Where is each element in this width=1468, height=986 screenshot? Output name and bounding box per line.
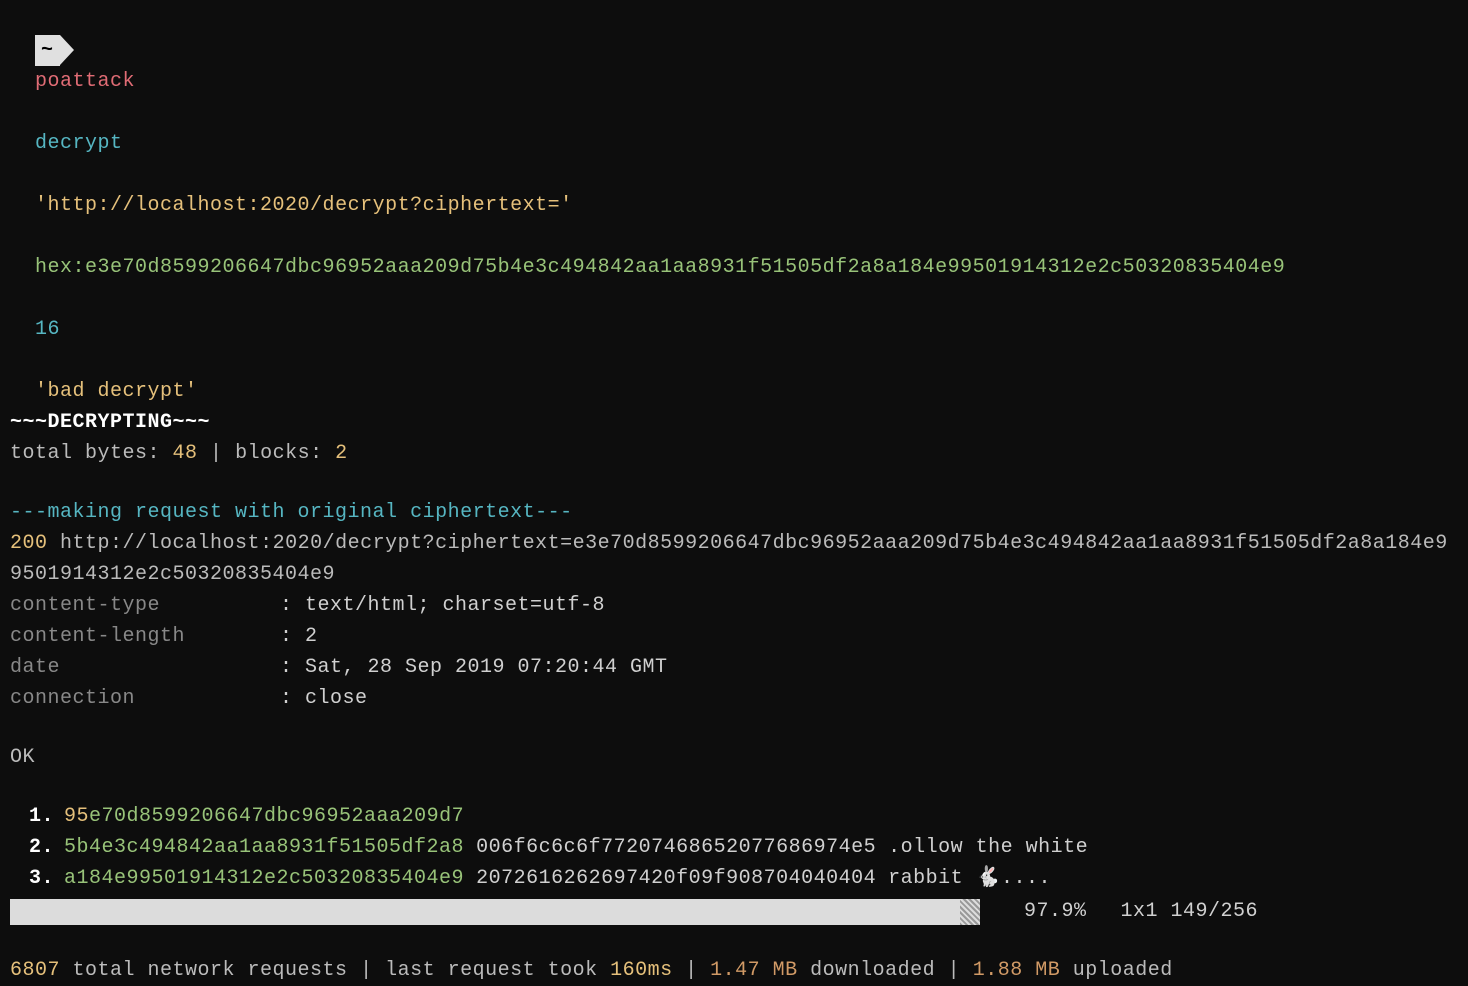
progress-row: 97.9% 1x1 149/256: [10, 896, 1458, 927]
row-cipher-rest: a184e99501914312e2c50320835404e9: [64, 867, 464, 890]
stats-uploaded-label: uploaded: [1060, 959, 1173, 982]
progress-percent: 97.9%: [1024, 896, 1087, 927]
command-sub: decrypt: [35, 132, 123, 155]
totals-line: total bytes: 48 | blocks: 2: [10, 438, 1458, 469]
stats-requests: 6807: [10, 959, 60, 982]
decrypting-banner: ~~~DECRYPTING~~~: [10, 407, 1458, 438]
response-url: http://localhost:2020/decrypt?ciphertext…: [10, 532, 1448, 586]
row-cipher: 95e70d8599206647dbc96952aaa209d7: [64, 801, 464, 832]
response-headers: content-type : text/html; charset=utf-8 …: [10, 590, 1458, 714]
progress-bar: [10, 899, 980, 925]
arg-blocksize: 16: [35, 318, 60, 341]
blocks-value: 2: [335, 442, 348, 465]
row-decoded-hex: 2072616262697420f09f908704040404: [476, 863, 876, 894]
stats-last-ms: 160ms: [610, 959, 673, 982]
list-item: 1. 95e70d8599206647dbc96952aaa209d7: [10, 801, 1458, 832]
header-val: : Sat, 28 Sep 2019 07:20:44 GMT: [280, 652, 668, 683]
header-key: content-length: [10, 621, 280, 652]
row-num: 2.: [10, 832, 64, 863]
row-decoded-text: .ollow the white: [888, 832, 1088, 863]
response-status: 200: [10, 532, 48, 555]
row-num: 1.: [10, 801, 64, 832]
arg-oracle: 'bad decrypt': [35, 380, 198, 403]
total-bytes-label: total bytes:: [10, 442, 173, 465]
arg-url: 'http://localhost:2020/decrypt?ciphertex…: [35, 194, 573, 217]
header-key: connection: [10, 683, 280, 714]
header-val: : 2: [280, 621, 318, 652]
header-val: : close: [280, 683, 368, 714]
totals-sep: |: [198, 442, 236, 465]
header-val: : text/html; charset=utf-8: [280, 590, 605, 621]
blocks-label: blocks:: [235, 442, 335, 465]
list-item: 2. 5b4e3c494842aa1aa8931f51505df2a8 006f…: [10, 832, 1458, 863]
response-body: OK: [10, 742, 1458, 773]
header-key: content-type: [10, 590, 280, 621]
row-num: 3.: [10, 863, 64, 894]
row-cipher: a184e99501914312e2c50320835404e9: [64, 863, 464, 894]
row-decoded-text: rabbit 🐇....: [888, 863, 1051, 894]
stats-requests-label: total network requests | last request to…: [60, 959, 610, 982]
stats-downloaded: 1.47 MB: [710, 959, 798, 982]
command-name: poattack: [35, 70, 135, 93]
header-key: date: [10, 652, 280, 683]
row-cipher-highlight: 95: [64, 805, 89, 828]
response-line: 200 http://localhost:2020/decrypt?cipher…: [10, 528, 1458, 590]
prompt-badge: ~: [35, 35, 60, 66]
list-item: 3. a184e99501914312e2c50320835404e9 2072…: [10, 863, 1458, 894]
total-bytes-value: 48: [173, 442, 198, 465]
arg-hex: hex:e3e70d8599206647dbc96952aaa209d75b4e…: [35, 256, 1285, 279]
header-row: content-length : 2: [10, 621, 1458, 652]
progress-info: 1x1 149/256: [1121, 896, 1259, 927]
header-row: connection : close: [10, 683, 1458, 714]
stats-downloaded-label: downloaded |: [798, 959, 973, 982]
stats-uploaded: 1.88 MB: [973, 959, 1061, 982]
header-row: content-type : text/html; charset=utf-8: [10, 590, 1458, 621]
row-decoded-hex: 006f6c6c6f77207468652077686974e5: [476, 832, 876, 863]
command-line: ~ poattack decrypt 'http://localhost:202…: [10, 4, 1458, 407]
stats-sep1: |: [673, 959, 711, 982]
row-cipher-rest: 5b4e3c494842aa1aa8931f51505df2a8: [64, 836, 464, 859]
row-cipher-rest: e70d8599206647dbc96952aaa209d7: [89, 805, 464, 828]
block-list: 1. 95e70d8599206647dbc96952aaa209d7 2. 5…: [10, 801, 1458, 894]
header-row: date : Sat, 28 Sep 2019 07:20:44 GMT: [10, 652, 1458, 683]
request-banner: ---making request with original cipherte…: [10, 497, 1458, 528]
stats-line: 6807 total network requests | last reque…: [10, 955, 1458, 986]
row-cipher: 5b4e3c494842aa1aa8931f51505df2a8: [64, 832, 464, 863]
